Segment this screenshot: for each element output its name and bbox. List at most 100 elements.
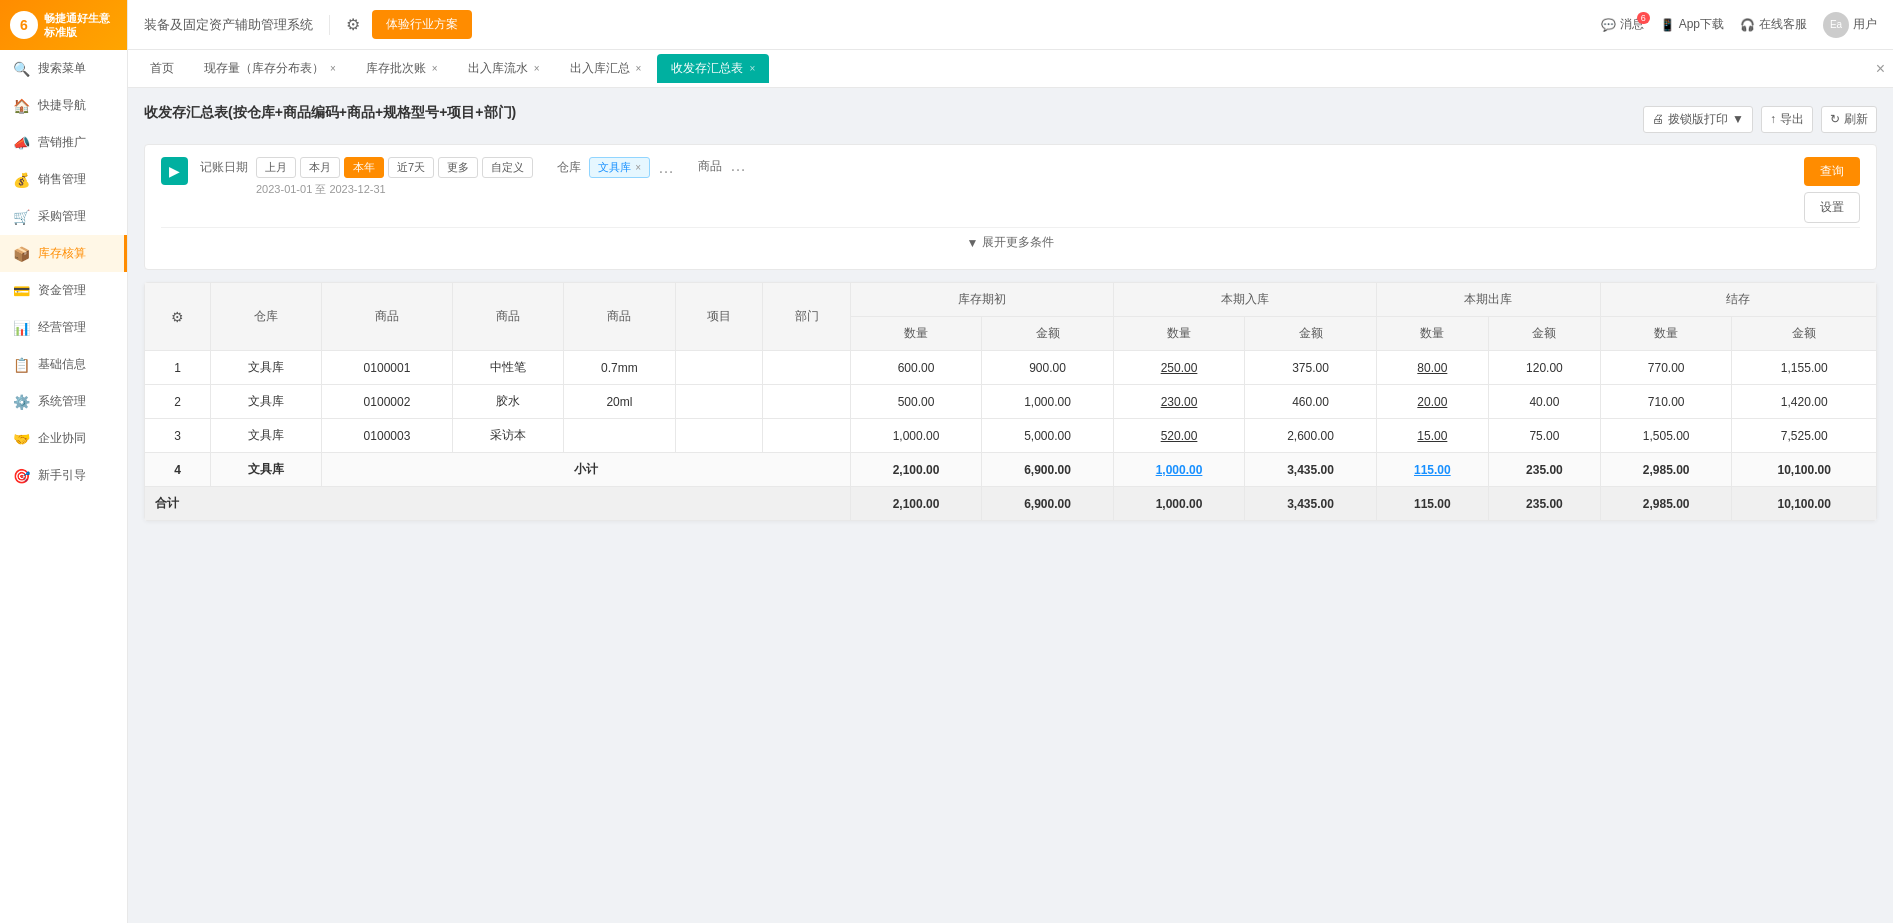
sidebar-item-label: 搜索菜单 <box>38 60 86 77</box>
sidebar-item-basic[interactable]: 📋 基础信息 <box>0 346 127 383</box>
th-department: 部门 <box>763 283 850 351</box>
cell-out-qty[interactable]: 20.00 <box>1376 385 1488 419</box>
tab-batch[interactable]: 库存批次账 × <box>352 54 452 83</box>
user-menu[interactable]: Ea 用户 <box>1823 12 1877 38</box>
th-out-amt: 金额 <box>1488 317 1600 351</box>
th-goods-code: 商品 <box>321 283 453 351</box>
cell-close-amt: 1,155.00 <box>1732 351 1877 385</box>
cell-in-qty[interactable]: 250.00 <box>1113 351 1245 385</box>
date-btn-more[interactable]: 更多 <box>438 157 478 178</box>
column-settings-icon[interactable]: ⚙ <box>171 309 184 325</box>
expand-filter-button[interactable]: ▼ 展开更多条件 <box>161 227 1860 257</box>
topbar: 装备及固定资产辅助管理系统 ⚙ 体验行业方案 💬 消息 6 📱 App下载 🎧 … <box>128 0 1893 50</box>
sidebar-item-marketing[interactable]: 📣 营销推广 <box>0 124 127 161</box>
message-action[interactable]: 💬 消息 6 <box>1601 16 1644 33</box>
tab-close-all-icon[interactable]: × <box>1876 60 1885 78</box>
sidebar-item-system[interactable]: ⚙️ 系统管理 <box>0 383 127 420</box>
warehouse-tag-close[interactable]: × <box>635 162 641 173</box>
warehouse-filter-label: 仓库 <box>557 159 581 176</box>
guide-icon: 🎯 <box>12 468 30 484</box>
cell-num: 1 <box>145 351 211 385</box>
subtotal-in-qty[interactable]: 1,000.00 <box>1113 453 1245 487</box>
sidebar-item-guide[interactable]: 🎯 新手引导 <box>0 457 127 494</box>
refresh-label: 刷新 <box>1844 111 1868 128</box>
sidebar-item-label: 营销推广 <box>38 134 86 151</box>
export-icon: ↑ <box>1770 112 1776 126</box>
subtotal-label: 小计 <box>321 453 850 487</box>
subtotal-out-qty[interactable]: 115.00 <box>1376 453 1488 487</box>
expand-icon: ▼ <box>967 236 979 250</box>
settings-icon[interactable]: ⚙ <box>346 15 360 34</box>
message-icon: 💬 <box>1601 18 1616 32</box>
sidebar-item-label: 新手引导 <box>38 467 86 484</box>
cell-goods-name: 胶水 <box>453 385 564 419</box>
tab-close-icon[interactable]: × <box>636 63 642 74</box>
sidebar-item-label: 快捷导航 <box>38 97 86 114</box>
sidebar-item-quick-nav[interactable]: 🏠 快捷导航 <box>0 87 127 124</box>
tab-home[interactable]: 首页 <box>136 54 188 83</box>
print-button[interactable]: 🖨 拨锁版打印 ▼ <box>1643 106 1753 133</box>
footer-label: 合计 <box>145 487 851 521</box>
sidebar-item-search[interactable]: 🔍 搜索菜单 <box>0 50 127 87</box>
sidebar-item-purchase[interactable]: 🛒 采购管理 <box>0 198 127 235</box>
table-row: 1 文具库 0100001 中性笔 0.7mm 600.00 900.00 25… <box>145 351 1877 385</box>
cell-out-qty[interactable]: 15.00 <box>1376 419 1488 453</box>
cell-goods-code: 0100002 <box>321 385 453 419</box>
subtotal-out-amt: 235.00 <box>1488 453 1600 487</box>
data-table: ⚙ 仓库 商品 商品 商品 项目 部门 库存期初 本期入库 本期出库 结存 数量… <box>144 282 1877 521</box>
trial-button[interactable]: 体验行业方案 <box>372 10 472 39</box>
tab-label: 出入库汇总 <box>570 60 630 77</box>
sidebar-item-operation[interactable]: 📊 经营管理 <box>0 309 127 346</box>
date-btn-custom[interactable]: 自定义 <box>482 157 533 178</box>
sidebar-item-label: 企业协同 <box>38 430 86 447</box>
tab-close-icon[interactable]: × <box>330 63 336 74</box>
app-download-action[interactable]: 📱 App下载 <box>1660 16 1724 33</box>
home-icon: 🏠 <box>12 98 30 114</box>
tab-label: 首页 <box>150 60 174 77</box>
cell-out-qty[interactable]: 80.00 <box>1376 351 1488 385</box>
warehouse-tag-value: 文具库 <box>598 160 631 175</box>
setting-button[interactable]: 设置 <box>1804 192 1860 223</box>
tab-stock-dist[interactable]: 现存量（库存分布表） × <box>190 54 350 83</box>
th-open-qty: 数量 <box>850 317 982 351</box>
online-service-action[interactable]: 🎧 在线客服 <box>1740 16 1807 33</box>
cell-goods-spec: 0.7mm <box>563 351 675 385</box>
export-label: 导出 <box>1780 111 1804 128</box>
sidebar-item-inventory[interactable]: 📦 库存核算 <box>0 235 127 272</box>
date-btn-7days[interactable]: 近7天 <box>388 157 434 178</box>
sidebar-item-label: 系统管理 <box>38 393 86 410</box>
th-settings[interactable]: ⚙ <box>145 283 211 351</box>
sidebar-item-finance[interactable]: 💳 资金管理 <box>0 272 127 309</box>
cell-in-qty[interactable]: 230.00 <box>1113 385 1245 419</box>
sidebar-item-sales[interactable]: 💰 销售管理 <box>0 161 127 198</box>
tabbar: 首页 现存量（库存分布表） × 库存批次账 × 出入库流水 × 出入库汇总 × … <box>128 50 1893 88</box>
subtotal-in-amt: 3,435.00 <box>1245 453 1377 487</box>
date-btn-this-month[interactable]: 本月 <box>300 157 340 178</box>
tab-close-icon[interactable]: × <box>432 63 438 74</box>
th-in-amt: 金额 <box>1245 317 1377 351</box>
date-btn-last-month[interactable]: 上月 <box>256 157 296 178</box>
tab-inout-summary[interactable]: 出入库汇总 × <box>556 54 656 83</box>
cell-close-qty: 710.00 <box>1600 385 1732 419</box>
tab-inout-flow[interactable]: 出入库流水 × <box>454 54 554 83</box>
th-warehouse: 仓库 <box>211 283 322 351</box>
date-btn-this-year[interactable]: 本年 <box>344 157 384 178</box>
sidebar-item-collab[interactable]: 🤝 企业协同 <box>0 420 127 457</box>
refresh-button[interactable]: ↻ 刷新 <box>1821 106 1877 133</box>
query-button[interactable]: 查询 <box>1804 157 1860 186</box>
date-label: 记账日期 <box>200 159 248 176</box>
table-row: 2 文具库 0100002 胶水 20ml 500.00 1,000.00 23… <box>145 385 1877 419</box>
tab-recv-send-summary[interactable]: 收发存汇总表 × <box>657 54 769 83</box>
cell-close-amt: 1,420.00 <box>1732 385 1877 419</box>
tab-close-icon[interactable]: × <box>534 63 540 74</box>
megaphone-icon: 📣 <box>12 135 30 151</box>
cell-in-qty[interactable]: 520.00 <box>1113 419 1245 453</box>
notification-badge: 6 <box>1637 12 1650 24</box>
sidebar-item-label: 经营管理 <box>38 319 86 336</box>
th-in-qty: 数量 <box>1113 317 1245 351</box>
filter-toggle-button[interactable]: ▶ <box>161 157 188 185</box>
cell-close-qty: 1,505.00 <box>1600 419 1732 453</box>
tab-close-icon[interactable]: × <box>749 63 755 74</box>
sidebar-logo: 6 畅捷通好生意 标准版 <box>0 0 127 50</box>
export-button[interactable]: ↑ 导出 <box>1761 106 1813 133</box>
